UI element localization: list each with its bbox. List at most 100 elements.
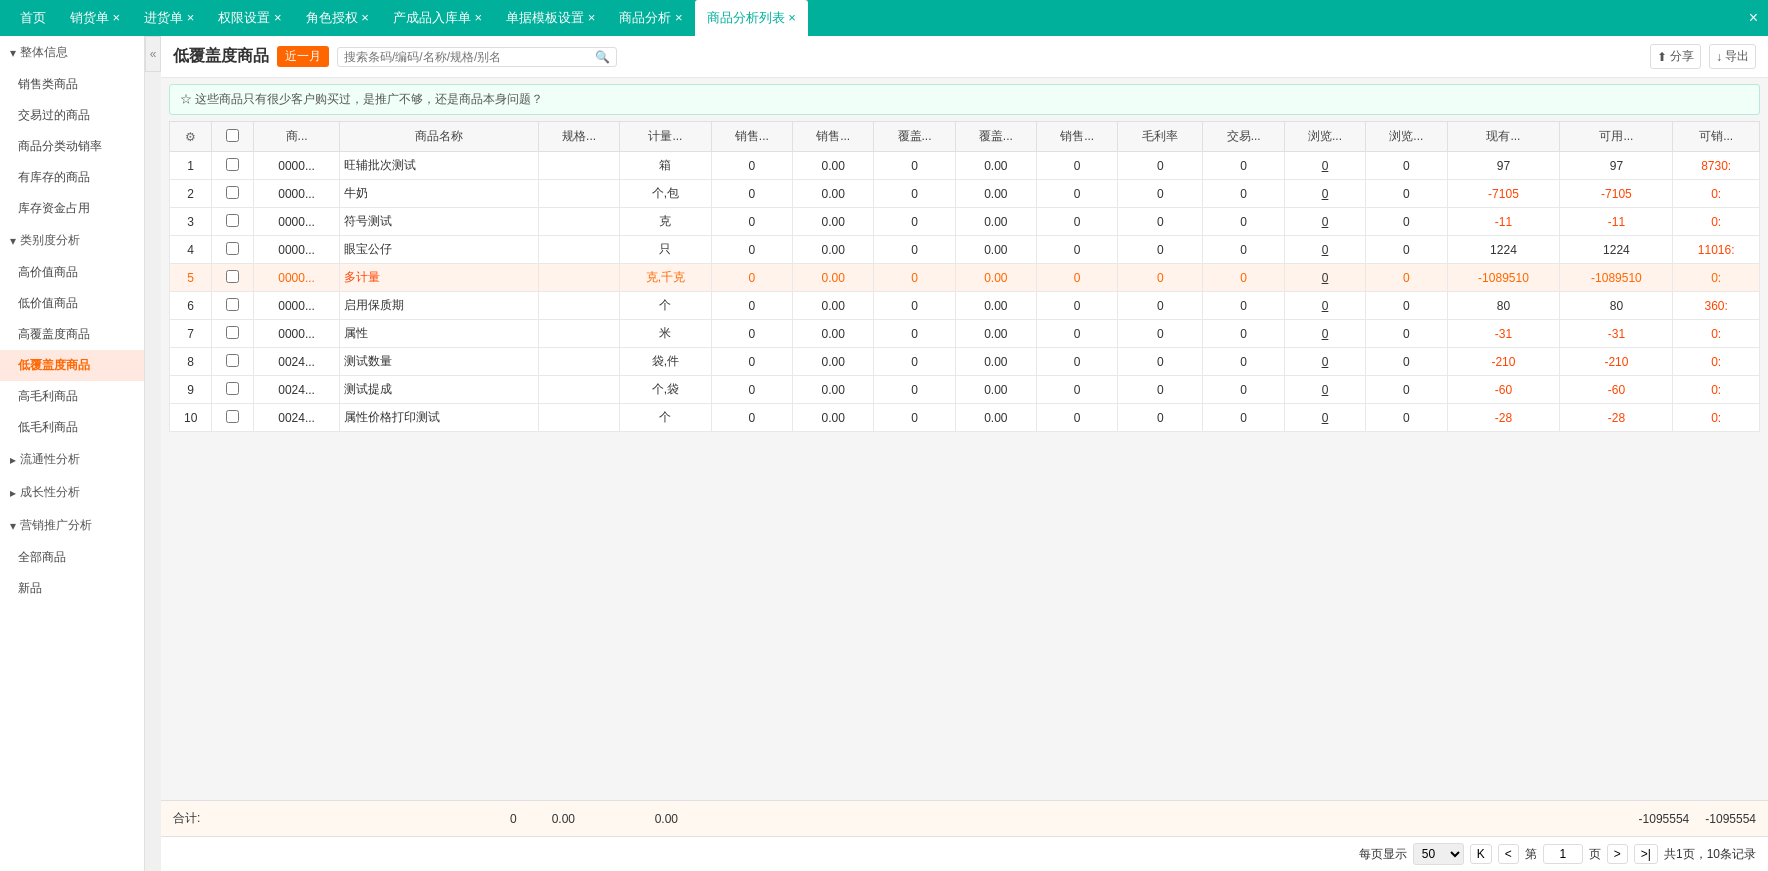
row-checkbox[interactable] <box>212 292 254 320</box>
row-select-checkbox[interactable] <box>226 214 239 227</box>
page-input[interactable] <box>1543 844 1583 864</box>
row-browse1[interactable]: 0 <box>1284 348 1365 376</box>
sidebar-item-stocked-goods[interactable]: 有库存的商品 <box>0 162 144 193</box>
row-select-checkbox[interactable] <box>226 298 239 311</box>
row-select-checkbox[interactable] <box>226 326 239 339</box>
row-checkbox[interactable] <box>212 404 254 432</box>
sidebar-item-high-value[interactable]: 高价值商品 <box>0 257 144 288</box>
sidebar-item-sales-goods[interactable]: 销售类商品 <box>0 69 144 100</box>
col-available-stock[interactable]: 可用... <box>1560 122 1673 152</box>
row-checkbox[interactable] <box>212 264 254 292</box>
col-sales-amount[interactable]: 销售... <box>793 122 874 152</box>
first-page-btn[interactable]: K <box>1470 844 1492 864</box>
nav-product[interactable]: 产成品入库单 × <box>381 0 494 36</box>
col-unit[interactable]: 计量... <box>620 122 711 152</box>
col-coverage1[interactable]: 覆盖... <box>874 122 955 152</box>
section-marketing[interactable]: ▾ 营销推广分析 <box>0 509 144 542</box>
sidebar-item-low-value[interactable]: 低价值商品 <box>0 288 144 319</box>
nav-analysis[interactable]: 商品分析 × <box>607 0 694 36</box>
row-name[interactable]: 旺辅批次测试 <box>340 152 539 180</box>
col-current-stock[interactable]: 现有... <box>1447 122 1560 152</box>
col-browse1[interactable]: 浏览... <box>1284 122 1365 152</box>
sidebar-item-stock-capital[interactable]: 库存资金占用 <box>0 193 144 224</box>
row-name[interactable]: 测试提成 <box>340 376 539 404</box>
search-box[interactable]: 🔍 <box>337 47 617 67</box>
row-name[interactable]: 属性价格打印测试 <box>340 404 539 432</box>
sidebar-item-all-goods[interactable]: 全部商品 <box>0 542 144 573</box>
row-browse1[interactable]: 0 <box>1284 292 1365 320</box>
sidebar-collapse-btn[interactable]: « <box>145 36 161 72</box>
row-select-checkbox[interactable] <box>226 410 239 423</box>
prev-page-btn[interactable]: < <box>1498 844 1519 864</box>
sidebar-item-category-rate[interactable]: 商品分类动销率 <box>0 131 144 162</box>
row-coverage1: 0 <box>874 236 955 264</box>
sidebar-item-traded-goods[interactable]: 交易过的商品 <box>0 100 144 131</box>
next-page-btn[interactable]: > <box>1607 844 1628 864</box>
row-select-checkbox[interactable] <box>226 242 239 255</box>
row-checkbox[interactable] <box>212 208 254 236</box>
row-browse1[interactable]: 0 <box>1284 376 1365 404</box>
row-checkbox[interactable] <box>212 152 254 180</box>
nav-home[interactable]: 首页 <box>8 0 58 36</box>
sidebar-item-low-coverage[interactable]: 低覆盖度商品 <box>0 350 144 381</box>
row-checkbox[interactable] <box>212 348 254 376</box>
nav-sales[interactable]: 销货单 × <box>58 0 132 36</box>
sidebar-item-new-goods[interactable]: 新品 <box>0 573 144 604</box>
col-sellable[interactable]: 可销... <box>1673 122 1760 152</box>
row-browse1[interactable]: 0 <box>1284 152 1365 180</box>
row-select-checkbox[interactable] <box>226 354 239 367</box>
row-checkbox[interactable] <box>212 180 254 208</box>
row-checkbox[interactable] <box>212 236 254 264</box>
section-overall[interactable]: ▾ 整体信息 <box>0 36 144 69</box>
col-profit-rate[interactable]: 毛利率 <box>1118 122 1203 152</box>
nav-purchase[interactable]: 进货单 × <box>132 0 206 36</box>
row-browse1[interactable]: 0 <box>1284 180 1365 208</box>
row-name[interactable]: 测试数量 <box>340 348 539 376</box>
last-page-btn[interactable]: >| <box>1634 844 1658 864</box>
row-select-checkbox[interactable] <box>226 270 239 283</box>
search-input[interactable] <box>344 50 595 64</box>
nav-permission[interactable]: 权限设置 × <box>206 0 293 36</box>
row-select-checkbox[interactable] <box>226 186 239 199</box>
row-name[interactable]: 多计量 <box>340 264 539 292</box>
section-growth[interactable]: ▸ 成长性分析 <box>0 476 144 509</box>
nav-role[interactable]: 角色授权 × <box>294 0 381 36</box>
row-name[interactable]: 符号测试 <box>340 208 539 236</box>
row-name[interactable]: 牛奶 <box>340 180 539 208</box>
section-category[interactable]: ▾ 类别度分析 <box>0 224 144 257</box>
share-button[interactable]: ⬆ 分享 <box>1650 44 1701 69</box>
col-code[interactable]: 商... <box>253 122 339 152</box>
sidebar-item-low-profit[interactable]: 低毛利商品 <box>0 412 144 443</box>
row-browse1[interactable]: 0 <box>1284 404 1365 432</box>
nav-template[interactable]: 单据模板设置 × <box>494 0 607 36</box>
nav-analysis-list[interactable]: 商品分析列表 × <box>695 0 808 36</box>
row-name[interactable]: 属性 <box>340 320 539 348</box>
sidebar-item-high-profit[interactable]: 高毛利商品 <box>0 381 144 412</box>
row-browse1[interactable]: 0 <box>1284 320 1365 348</box>
col-settings[interactable]: ⚙ <box>170 122 212 152</box>
col-sales-ratio[interactable]: 销售... <box>1037 122 1118 152</box>
col-spec[interactable]: 规格... <box>538 122 619 152</box>
select-all-checkbox[interactable] <box>226 129 239 142</box>
row-checkbox[interactable] <box>212 320 254 348</box>
col-coverage2[interactable]: 覆盖... <box>955 122 1036 152</box>
col-name[interactable]: 商品名称 <box>340 122 539 152</box>
close-button[interactable]: × <box>1749 9 1758 27</box>
per-page-select[interactable]: 50 10 20 100 <box>1413 843 1464 865</box>
section-liquidity[interactable]: ▸ 流通性分析 <box>0 443 144 476</box>
col-browse2[interactable]: 浏览... <box>1366 122 1447 152</box>
row-browse1[interactable]: 0 <box>1284 236 1365 264</box>
row-browse1[interactable]: 0 <box>1284 264 1365 292</box>
row-name[interactable]: 眼宝公仔 <box>340 236 539 264</box>
export-button[interactable]: ↓ 导出 <box>1709 44 1756 69</box>
row-checkbox[interactable] <box>212 376 254 404</box>
period-button[interactable]: 近一月 <box>277 46 329 67</box>
col-checkbox[interactable] <box>212 122 254 152</box>
row-browse1[interactable]: 0 <box>1284 208 1365 236</box>
col-sales-count[interactable]: 销售... <box>711 122 792 152</box>
col-trade[interactable]: 交易... <box>1203 122 1284 152</box>
row-select-checkbox[interactable] <box>226 158 239 171</box>
row-select-checkbox[interactable] <box>226 382 239 395</box>
sidebar-item-high-coverage[interactable]: 高覆盖度商品 <box>0 319 144 350</box>
row-name[interactable]: 启用保质期 <box>340 292 539 320</box>
